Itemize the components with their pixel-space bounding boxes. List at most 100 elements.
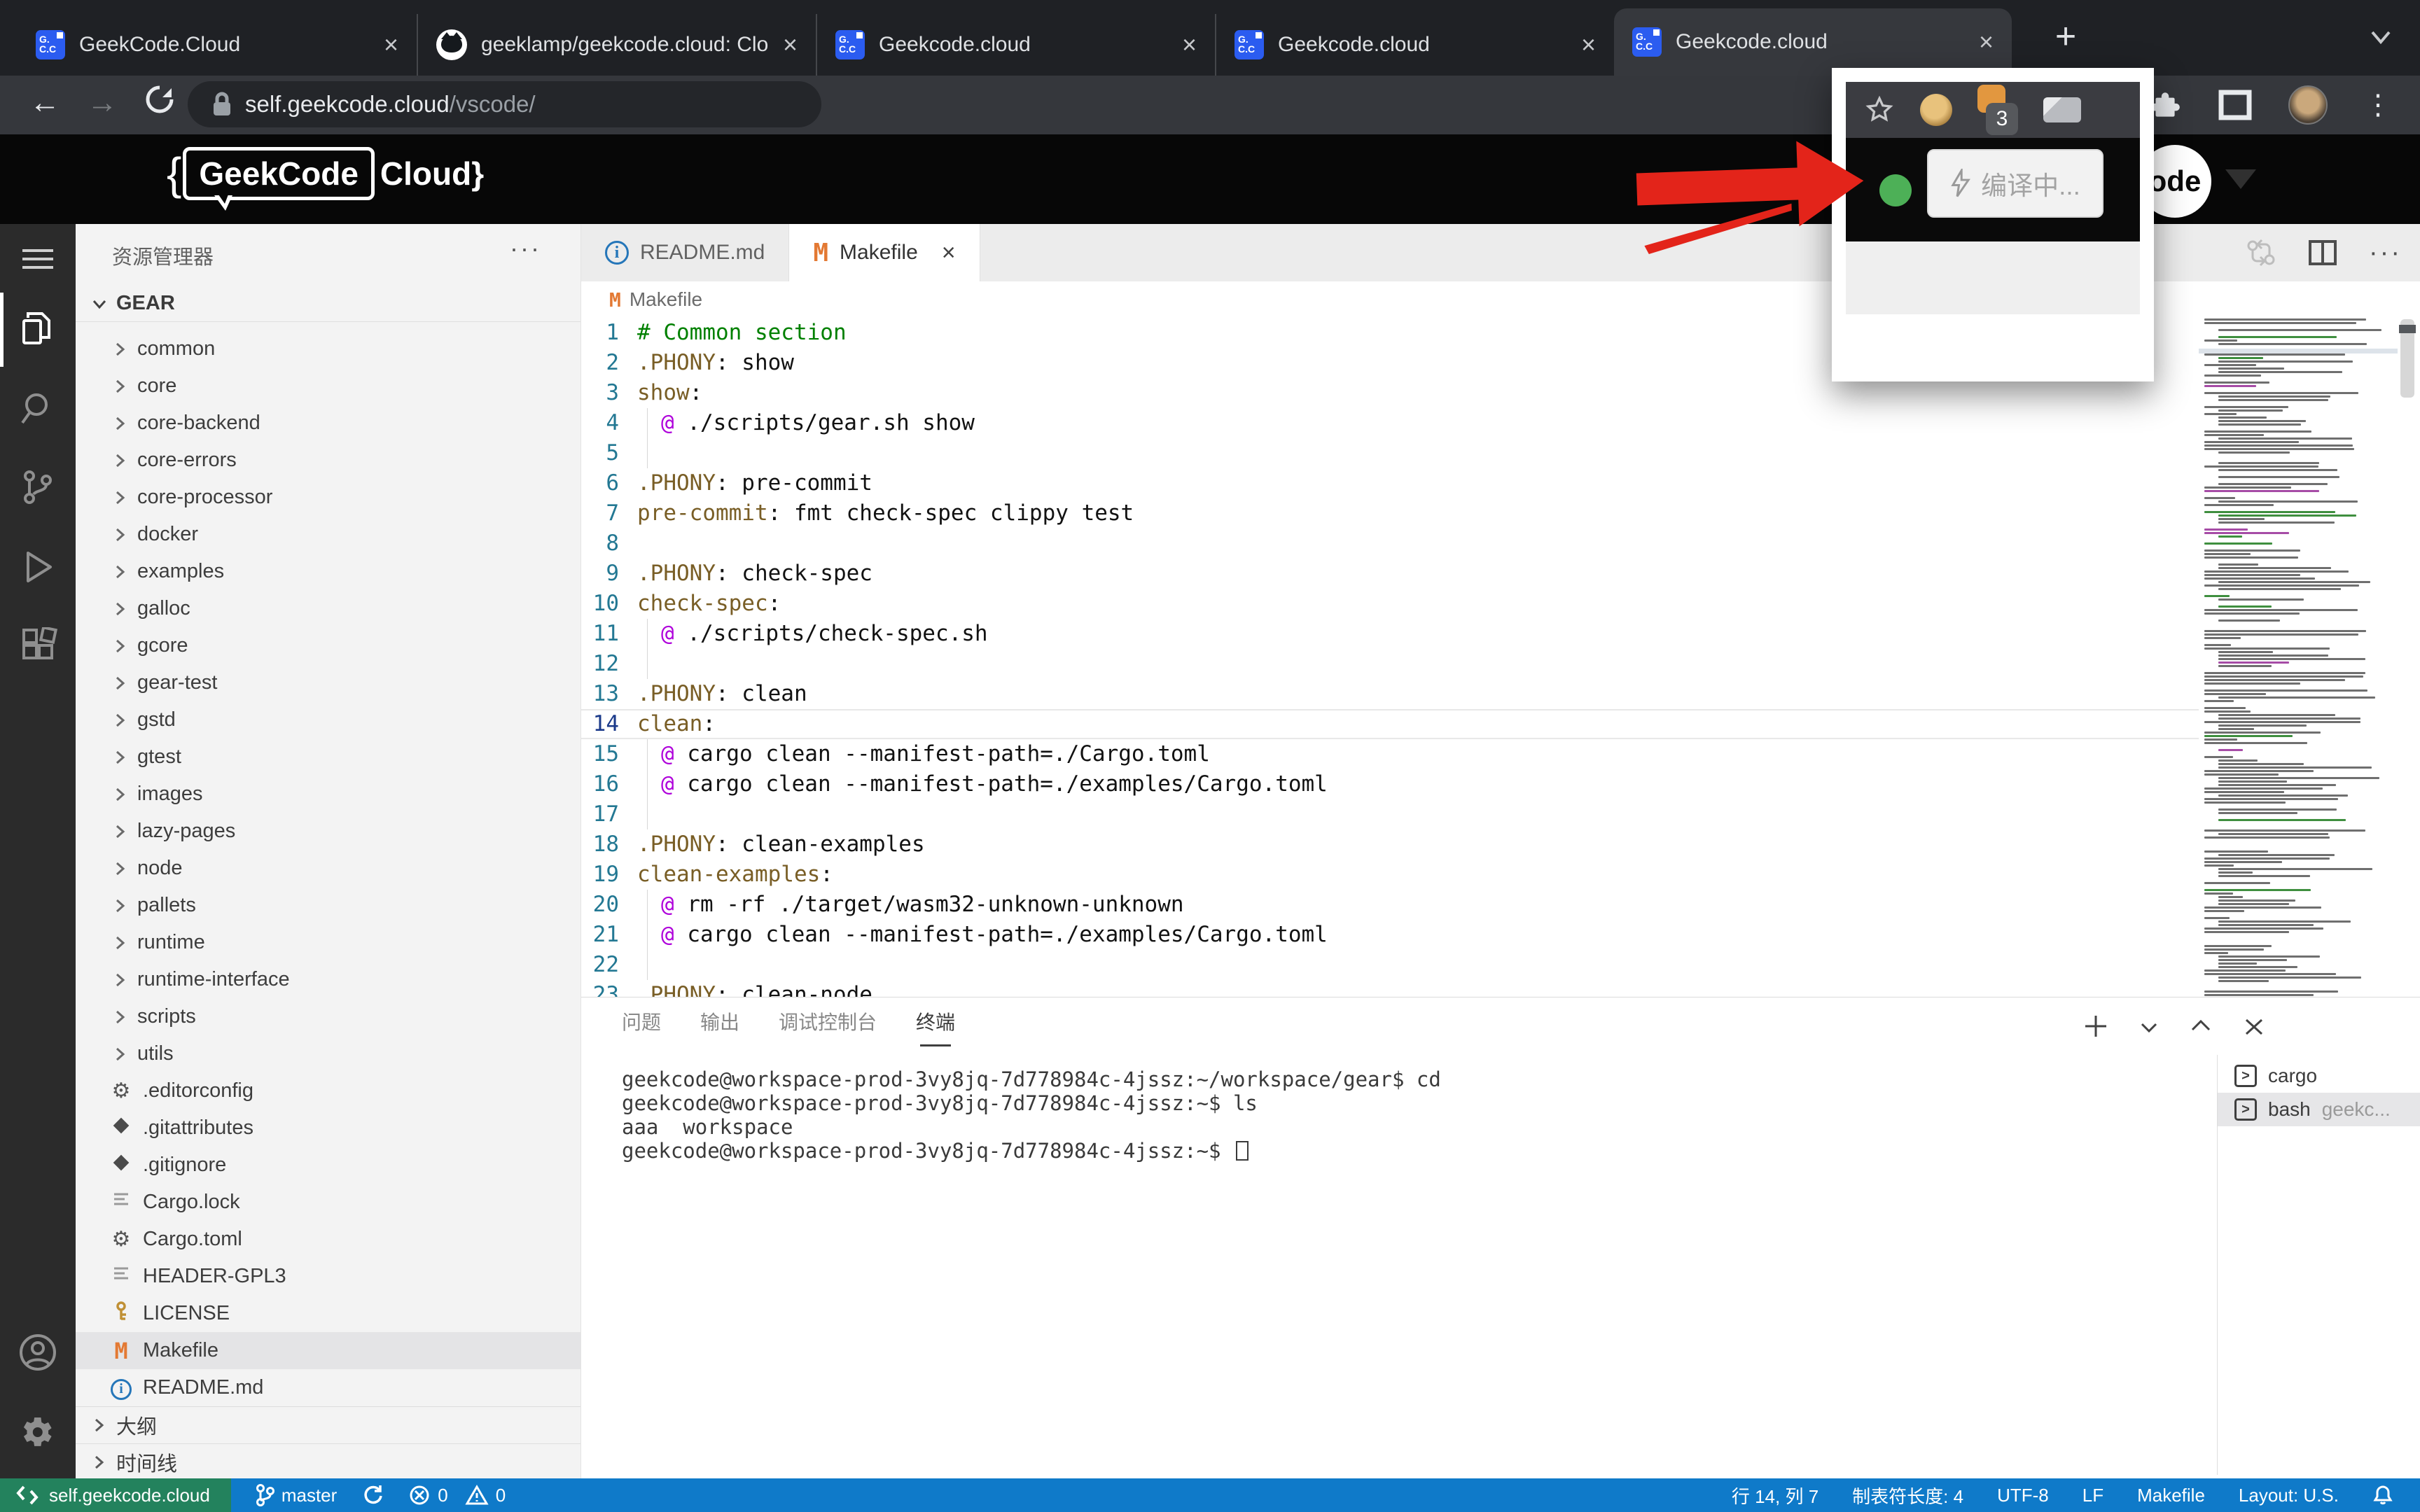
close-tab-icon[interactable]: × <box>783 30 798 59</box>
terminal-list-item[interactable]: >cargo <box>2218 1059 2420 1093</box>
source-control-icon[interactable] <box>18 468 57 507</box>
tree-folder[interactable]: docker <box>76 516 580 553</box>
remote-indicator[interactable]: self.geekcode.cloud <box>0 1478 231 1512</box>
eol[interactable]: LF <box>2082 1485 2103 1506</box>
timeline-section[interactable]: 时间线 <box>76 1443 580 1480</box>
browser-tab[interactable]: geeklamp/geekcode.cloud: Clo× <box>417 14 816 76</box>
tree-file[interactable]: .gitignore <box>76 1147 580 1184</box>
browser-menu-kebab-icon[interactable]: ⋮ <box>2364 99 2392 111</box>
tree-file[interactable]: Cargo.lock <box>76 1184 580 1221</box>
tree-file[interactable]: iREADME.md <box>76 1369 580 1406</box>
back-icon[interactable]: ← <box>25 85 64 120</box>
tree-folder[interactable]: utils <box>76 1035 580 1072</box>
tree-file[interactable]: LICENSE <box>76 1295 580 1332</box>
minimap-bar <box>2218 777 2379 779</box>
tree-folder[interactable]: gstd <box>76 701 580 738</box>
notifications-bell-icon[interactable] <box>2372 1483 2393 1507</box>
tree-folder[interactable]: scripts <box>76 998 580 1035</box>
split-editor-icon[interactable] <box>2307 239 2338 267</box>
cursor-position[interactable]: 行 14, 列 7 <box>1732 1483 1819 1508</box>
minimap-bar <box>2204 882 2270 884</box>
tree-file[interactable]: HEADER-GPL3 <box>76 1258 580 1295</box>
branch-indicator[interactable]: master <box>255 1483 337 1507</box>
tree-folder[interactable]: core-processor <box>76 479 580 516</box>
header-dropdown-caret-icon[interactable] <box>2225 169 2256 189</box>
search-icon[interactable] <box>18 388 57 427</box>
tree-folder[interactable]: common <box>76 330 580 368</box>
side-panel-icon[interactable] <box>2218 90 2252 120</box>
extensions-icon[interactable] <box>18 627 57 666</box>
tree-folder[interactable]: galloc <box>76 590 580 627</box>
project-section-header[interactable]: GEAR <box>76 286 580 322</box>
tree-folder[interactable]: core-backend <box>76 405 580 442</box>
tree-folder[interactable]: node <box>76 850 580 887</box>
tree-folder[interactable]: runtime-interface <box>76 961 580 998</box>
reload-icon[interactable] <box>140 81 179 125</box>
panel-tab-终端[interactable]: 终端 <box>916 1007 955 1046</box>
settings-gear-icon[interactable] <box>18 1413 57 1452</box>
close-tab-icon[interactable]: × <box>942 239 956 267</box>
close-tab-icon[interactable]: × <box>1581 30 1596 59</box>
new-terminal-icon[interactable] <box>2082 1013 2109 1040</box>
editor-more-actions-icon[interactable]: ··· <box>2369 246 2402 260</box>
outline-section[interactable]: 大纲 <box>76 1406 580 1443</box>
tree-folder[interactable]: images <box>76 776 580 813</box>
forward-icon[interactable]: → <box>83 85 122 120</box>
code-editor[interactable]: 1# Common section2.PHONY: show3show:4@ .… <box>581 318 2199 997</box>
profile-avatar[interactable] <box>2288 85 2328 125</box>
run-debug-icon[interactable] <box>18 547 57 587</box>
minimap[interactable] <box>2199 318 2398 997</box>
folder-name: gtest <box>137 746 181 769</box>
close-panel-icon[interactable] <box>2242 1013 2266 1040</box>
close-tab-icon[interactable]: × <box>1979 27 1994 57</box>
terminal[interactable]: geekcode@workspace-prod-3vy8jq-7d778984c… <box>622 1068 1441 1163</box>
terminal-dropdown-chevron-icon[interactable] <box>2139 1013 2160 1040</box>
tree-file[interactable]: .gitattributes <box>76 1110 580 1147</box>
tab-size[interactable]: 制表符长度: 4 <box>1852 1483 1963 1508</box>
explorer-more-actions[interactable]: ··· <box>510 234 541 263</box>
keyboard-layout[interactable]: Layout: U.S. <box>2239 1485 2339 1506</box>
browser-tab[interactable]: G.C.CGeekcode.cloud× <box>1215 14 1614 76</box>
panel-tab-问题[interactable]: 问题 <box>622 1007 661 1046</box>
line-number: 3 <box>581 378 629 408</box>
browser-tab[interactable]: G.C.CGeekcode.cloud× <box>1614 8 2012 76</box>
tab-readme[interactable]: i README.md <box>581 224 789 281</box>
tab-search-chevron-icon[interactable] <box>2365 25 2396 49</box>
encoding[interactable]: UTF-8 <box>1997 1485 2049 1506</box>
tree-folder[interactable]: runtime <box>76 924 580 961</box>
sync-indicator[interactable] <box>361 1483 384 1507</box>
minimap-bar <box>2218 651 2273 653</box>
tab-makefile[interactable]: M Makefile × <box>789 224 980 281</box>
tree-folder[interactable]: lazy-pages <box>76 813 580 850</box>
terminal-list-item[interactable]: >bashgeekc... <box>2218 1093 2420 1126</box>
language-mode[interactable]: Makefile <box>2137 1485 2205 1506</box>
tree-folder[interactable]: pallets <box>76 887 580 924</box>
tree-folder[interactable]: core <box>76 368 580 405</box>
minimap-bar <box>2204 550 2300 552</box>
panel-tab-输出[interactable]: 输出 <box>700 1007 739 1046</box>
panel-tab-调试控制台[interactable]: 调试控制台 <box>779 1007 877 1046</box>
tree-folder[interactable]: gear-test <box>76 664 580 701</box>
new-tab-button[interactable]: + <box>2046 18 2085 57</box>
explorer-icon[interactable] <box>18 308 57 347</box>
tree-folder[interactable]: examples <box>76 553 580 590</box>
problems-indicator[interactable]: 0 0 <box>408 1484 506 1506</box>
maximize-panel-icon[interactable] <box>2189 1013 2213 1040</box>
close-tab-icon[interactable]: × <box>384 30 398 59</box>
account-icon[interactable] <box>18 1333 57 1372</box>
code-text: clean: <box>629 709 716 739</box>
tree-folder[interactable]: gcore <box>76 627 580 664</box>
browser-tab[interactable]: G.C.CGeekCode.Cloud× <box>18 14 417 76</box>
minimap-bar <box>2204 354 2345 356</box>
line-number: 10 <box>581 589 629 619</box>
tree-folder[interactable]: gtest <box>76 738 580 776</box>
address-bar[interactable]: self.geekcode.cloud/vscode/ <box>188 81 821 127</box>
menu-icon[interactable] <box>18 239 57 279</box>
tree-file[interactable]: ⚙Cargo.toml <box>76 1221 580 1258</box>
tree-folder[interactable]: core-errors <box>76 442 580 479</box>
tree-file[interactable]: ⚙.editorconfig <box>76 1072 580 1110</box>
compare-changes-icon[interactable] <box>2246 237 2276 268</box>
tree-file[interactable]: MMakefile <box>76 1332 580 1369</box>
browser-tab[interactable]: G.C.CGeekcode.cloud× <box>816 14 1215 76</box>
close-tab-icon[interactable]: × <box>1182 30 1197 59</box>
